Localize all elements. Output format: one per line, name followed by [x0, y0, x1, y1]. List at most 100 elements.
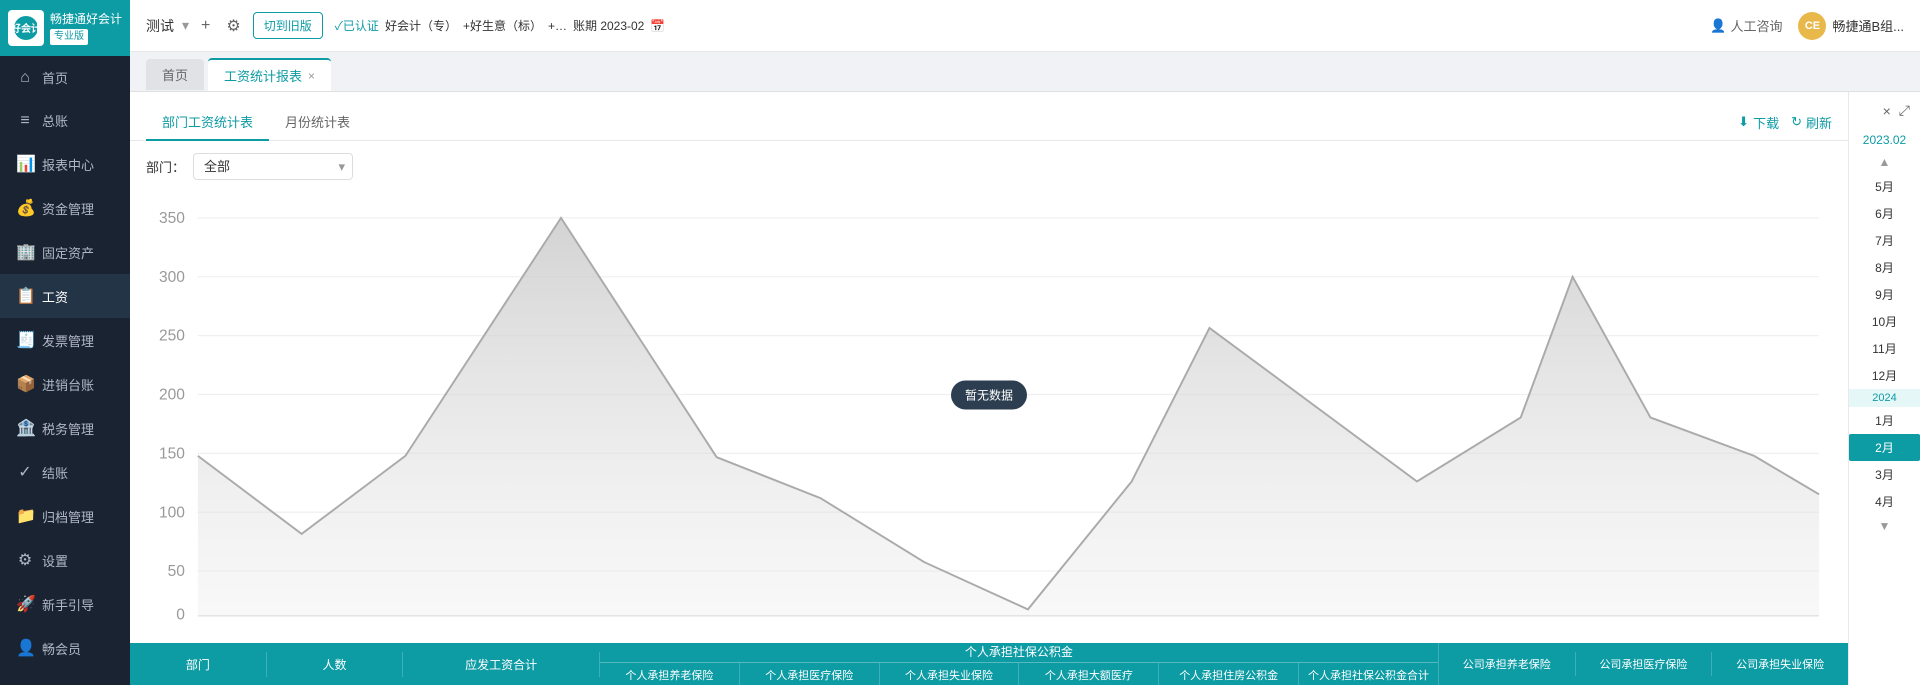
col-company-medical: 公司承担医疗保险	[1576, 652, 1713, 676]
svg-text:150: 150	[159, 446, 185, 463]
refresh-icon: ↻	[1791, 114, 1802, 130]
settings-icon: ⚙	[16, 550, 34, 570]
col-medical: 个人承担医疗保险	[740, 663, 880, 685]
calendar-icon[interactable]: 📅	[650, 19, 665, 33]
closing-icon: ✓	[16, 462, 34, 482]
filter-row: 部门： 全部 技术部 销售部 财务部 行政部 ▾	[130, 141, 1848, 192]
svg-text:350: 350	[159, 210, 185, 227]
chevron-down-icon: ▾	[182, 17, 189, 34]
sidebar-item-assets[interactable]: 🏢 固定资产	[0, 230, 130, 274]
col-pension: 个人承担养老保险	[600, 663, 740, 685]
sidebar-item-settings[interactable]: ⚙ 设置	[0, 538, 130, 582]
chart-area	[198, 218, 1819, 616]
side-panel: × ⤢ 2023.02 ▲ 5月 6月 7月 8月 9月 10月 11月 12月…	[1848, 92, 1920, 685]
expand-panel-button[interactable]: ⤢	[1897, 100, 1912, 121]
month-3-2024[interactable]: 3月	[1849, 461, 1920, 488]
chart-svg: 350 300 250 200 150 100 50 0	[146, 200, 1832, 635]
subtab-actions: ⬇ 下载 ↻ 刷新	[1738, 113, 1832, 132]
col-total-salary: 应发工资合计	[403, 652, 600, 677]
svg-text:250: 250	[159, 328, 185, 345]
gear-button[interactable]: ⚙	[222, 12, 244, 40]
scroll-up-icon[interactable]: ▲	[1877, 153, 1893, 171]
month-2-2024[interactable]: 2月	[1849, 434, 1920, 461]
month-7[interactable]: 7月	[1849, 227, 1920, 254]
guide-icon: 🚀	[16, 594, 34, 614]
sidebar-item-invoice[interactable]: 🧾 发票管理	[0, 318, 130, 362]
sidebar-item-guide[interactable]: 🚀 新手引导	[0, 582, 130, 626]
certified-status: ✓已认证	[335, 17, 379, 34]
sidebar-item-finance[interactable]: 💰 资金管理	[0, 186, 130, 230]
add-button[interactable]: +	[197, 13, 214, 39]
topbar: 测试 ▾ + ⚙ 切到旧版 ✓已认证 好会计（专） +好生意（标） +… 账期 …	[130, 0, 1920, 52]
month-nav-up: ▲	[1849, 151, 1920, 173]
month-1-2024[interactable]: 1月	[1849, 407, 1920, 434]
col-company-unemployment: 公司承担失业保险	[1712, 652, 1848, 676]
sidebar-item-sales[interactable]: 📦 进销台账	[0, 362, 130, 406]
svg-text:50: 50	[168, 563, 185, 580]
topbar-actions: + ⚙ 切到旧版	[197, 12, 323, 40]
finance-icon: 💰	[16, 198, 34, 218]
sidebar-logo: 好会计 畅捷通好会计 专业版	[0, 0, 130, 56]
tab-home[interactable]: 首页	[146, 59, 204, 90]
year-2024-label: 2024	[1849, 389, 1920, 407]
sidebar-item-salary[interactable]: 📋 工资	[0, 274, 130, 318]
dept-select[interactable]: 全部 技术部 销售部 财务部 行政部	[193, 153, 353, 180]
col-housing-fund: 个人承担住房公积金	[1159, 663, 1299, 685]
month-11[interactable]: 11月	[1849, 335, 1920, 362]
switch-version-button[interactable]: 切到旧版	[253, 12, 323, 39]
accounting-period: 账期 2023-02	[573, 17, 644, 34]
sidebar-item-closing[interactable]: ✓ 结账	[0, 450, 130, 494]
month-5[interactable]: 5月	[1849, 173, 1920, 200]
tabbar: 首页 工资统计报表 ×	[130, 52, 1920, 92]
sidebar-item-ledger[interactable]: ≡ 总账	[0, 99, 130, 142]
col-dept: 部门	[130, 652, 267, 677]
more-modules: +…	[548, 19, 567, 33]
logo-icon: 好会计	[8, 10, 44, 46]
filter-label: 部门：	[146, 157, 185, 176]
sales-icon: 📦	[16, 374, 34, 394]
extra-module: +好生意（标）	[463, 17, 542, 34]
month-6[interactable]: 6月	[1849, 200, 1920, 227]
tab-salary-report[interactable]: 工资统计报表 ×	[208, 58, 331, 91]
subtabs: 部门工资统计表 月份统计表 ⬇ 下载 ↻ 刷新	[130, 92, 1848, 141]
close-panel-button[interactable]: ×	[1881, 100, 1893, 121]
scroll-down-icon[interactable]: ▼	[1877, 517, 1893, 535]
subtab-dept[interactable]: 部门工资统计表	[146, 104, 269, 141]
month-8[interactable]: 8月	[1849, 254, 1920, 281]
user-info[interactable]: CE 畅捷通B组...	[1798, 12, 1904, 40]
panel-close-controls: × ⤢	[1849, 92, 1920, 129]
tab-close-icon[interactable]: ×	[308, 69, 315, 83]
month-nav-down: ▼	[1849, 515, 1920, 537]
home-icon: ⌂	[16, 69, 34, 87]
download-button[interactable]: ⬇ 下载	[1738, 113, 1779, 132]
month-9[interactable]: 9月	[1849, 281, 1920, 308]
group-header: 个人承担社保公积金	[600, 641, 1438, 663]
sidebar-item-home[interactable]: ⌂ 首页	[0, 56, 130, 99]
sidebar: 好会计 畅捷通好会计 专业版 ⌂ 首页 ≡ 总账 📊 报表中心 💰 资金管理 🏢…	[0, 0, 130, 685]
svg-text:0: 0	[176, 607, 185, 624]
refresh-button[interactable]: ↻ 刷新	[1791, 113, 1832, 132]
col-unemployment: 个人承担失业保险	[880, 663, 1020, 685]
sidebar-item-tax[interactable]: 🏦 税务管理	[0, 406, 130, 450]
sidebar-item-report[interactable]: 📊 报表中心	[0, 142, 130, 186]
month-10[interactable]: 10月	[1849, 308, 1920, 335]
tax-icon: 🏦	[16, 418, 34, 438]
sidebar-item-archive[interactable]: 📁 归档管理	[0, 494, 130, 538]
social-insurance-group: 个人承担社保公积金 个人承担养老保险 个人承担医疗保险 个人承担失业保险	[600, 641, 1439, 685]
month-12[interactable]: 12月	[1849, 362, 1920, 389]
current-year-label[interactable]: 2023.02	[1849, 129, 1920, 151]
assets-icon: 🏢	[16, 242, 34, 262]
help-button[interactable]: 👤 人工咨询	[1710, 16, 1782, 35]
logo-text: 畅捷通好会计 专业版	[50, 11, 122, 46]
svg-text:好会计: 好会计	[12, 22, 40, 35]
col-company-pension: 公司承担养老保险	[1439, 652, 1576, 676]
avatar: CE	[1798, 12, 1826, 40]
month-4-2024[interactable]: 4月	[1849, 488, 1920, 515]
topbar-status: ✓已认证 好会计（专） +好生意（标） +… 账期 2023-02 📅	[335, 17, 666, 34]
col-major-medical: 个人承担大额医疗	[1019, 663, 1159, 685]
topbar-right: 👤 人工咨询 CE 畅捷通B组...	[1710, 12, 1904, 40]
group-cols: 个人承担养老保险 个人承担医疗保险 个人承担失业保险 个人承担大额医疗 个人承担	[600, 663, 1438, 685]
sidebar-item-member[interactable]: 👤 畅会员	[0, 626, 130, 670]
subtab-monthly[interactable]: 月份统计表	[269, 104, 366, 141]
invoice-icon: 🧾	[16, 330, 34, 350]
